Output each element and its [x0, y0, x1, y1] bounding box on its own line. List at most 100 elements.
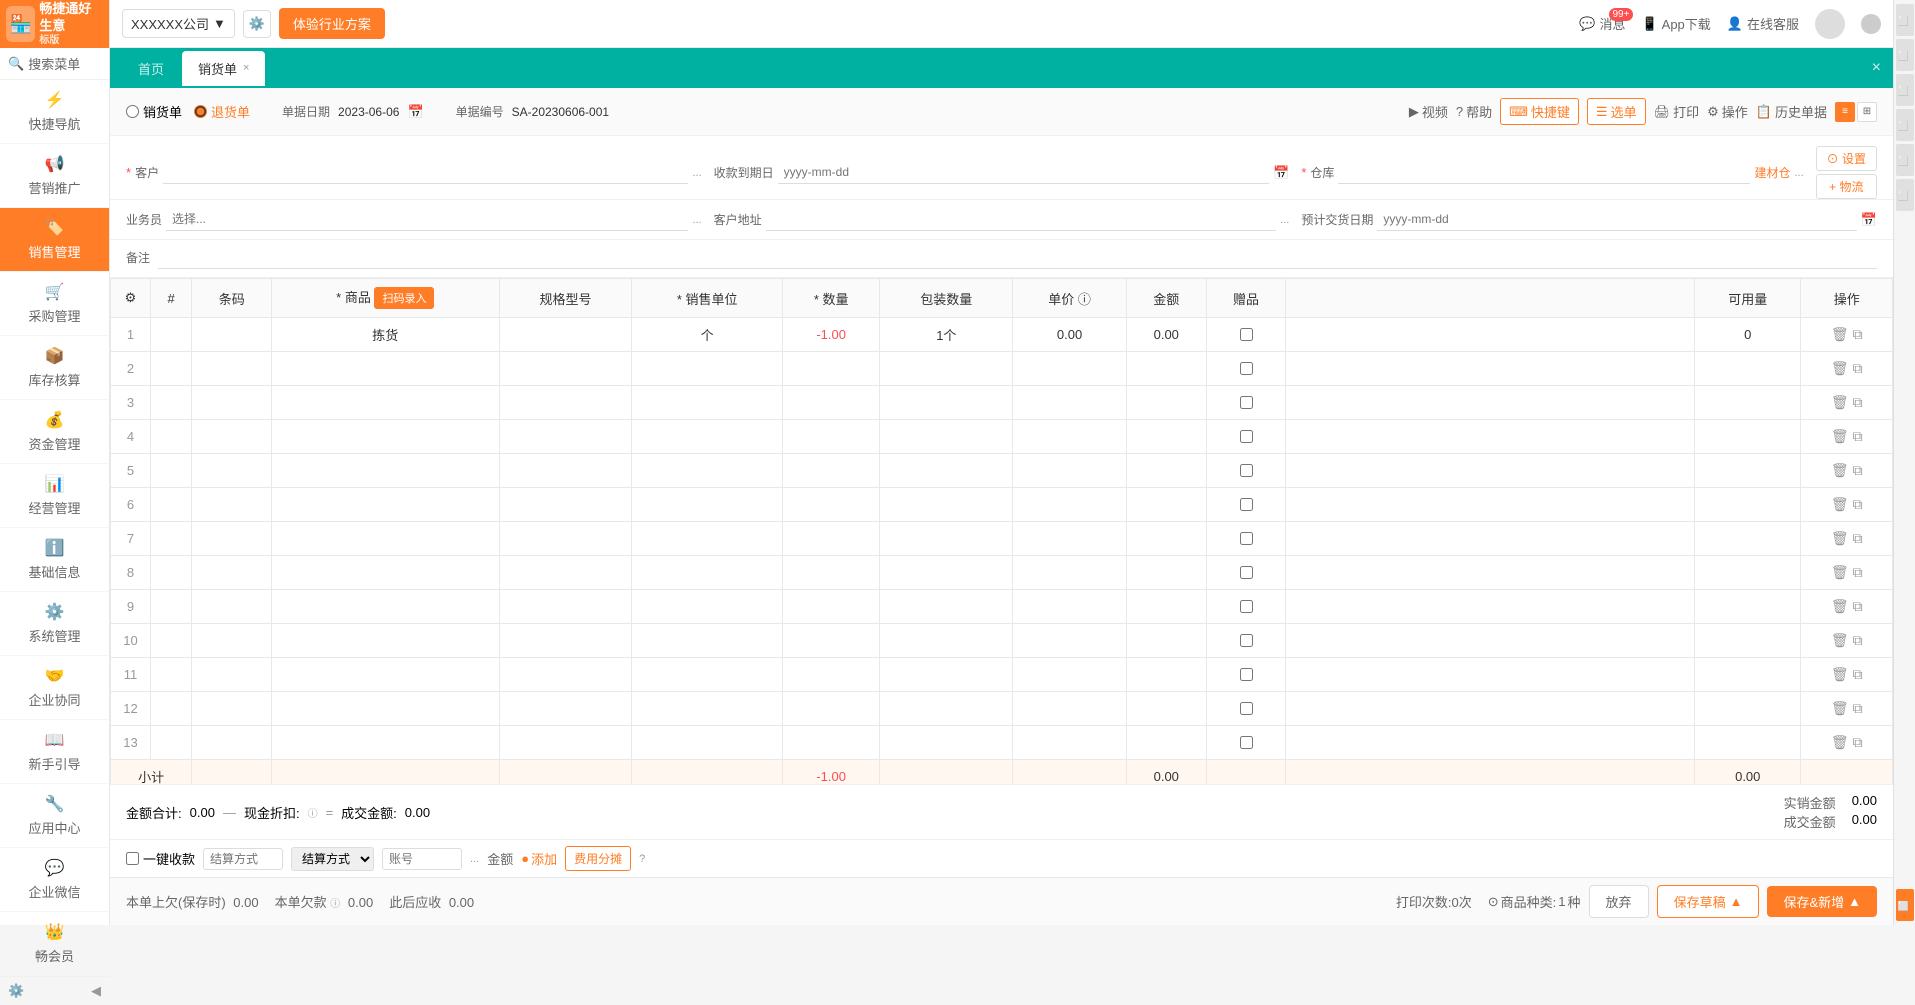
cost-split-button[interactable]: 费用分摊: [565, 846, 631, 871]
delete-row-6[interactable]: 🗑: [1831, 496, 1849, 513]
tab-sales-order[interactable]: 销货单 ×: [182, 51, 265, 86]
right-panel-btn-5[interactable]: ⬜: [1896, 144, 1914, 176]
app-download-button[interactable]: 📱 App下载: [1641, 14, 1710, 33]
help-button[interactable]: ? 帮助: [1456, 102, 1492, 121]
sidebar-item-collab[interactable]: 🤝 企业协同: [0, 656, 109, 720]
gift-checkbox-6[interactable]: [1240, 498, 1253, 511]
sidebar-item-finance[interactable]: 💰 资金管理: [0, 400, 109, 464]
scan-button[interactable]: 扫码录入: [374, 287, 434, 309]
settings-button[interactable]: ⚙️: [243, 10, 271, 38]
copy-row-13[interactable]: ⧉: [1853, 734, 1863, 751]
discard-button[interactable]: 放弃: [1589, 885, 1649, 918]
copy-row-4[interactable]: ⧉: [1853, 428, 1863, 445]
copy-row-7[interactable]: ⧉: [1853, 530, 1863, 547]
search-menu[interactable]: 🔍 搜索菜单: [0, 48, 109, 80]
date-calendar-icon[interactable]: 📅: [407, 104, 423, 120]
sidebar-item-inventory[interactable]: 📦 库存核算: [0, 336, 109, 400]
message-button[interactable]: 💬 消息 99+: [1579, 14, 1625, 33]
company-selector[interactable]: XXXXXX公司 ▼: [122, 9, 235, 38]
notes-input[interactable]: [158, 246, 1877, 269]
copy-row-8[interactable]: ⧉: [1853, 564, 1863, 581]
collapse-icon[interactable]: ◀: [91, 983, 101, 999]
right-panel-btn-4[interactable]: ⬜: [1896, 109, 1914, 141]
radio-sales-order[interactable]: 销货单: [126, 102, 182, 121]
delete-row-7[interactable]: 🗑: [1831, 530, 1849, 547]
delete-row-9[interactable]: 🗑: [1831, 598, 1849, 615]
close-all-tabs-button[interactable]: ×: [1872, 59, 1881, 77]
delivery-date-calendar-icon[interactable]: 📅: [1861, 212, 1877, 228]
copy-row-9[interactable]: ⧉: [1853, 598, 1863, 615]
delete-row-11[interactable]: 🗑: [1831, 666, 1849, 683]
copy-row-1[interactable]: ⧉: [1853, 326, 1863, 343]
delete-row-8[interactable]: 🗑: [1831, 564, 1849, 581]
warehouse-input[interactable]: [1338, 161, 1750, 184]
delete-row-5[interactable]: 🗑: [1831, 462, 1849, 479]
print-button[interactable]: 🖨 打印: [1654, 102, 1700, 121]
payment-method-input[interactable]: [203, 848, 283, 870]
save-new-button[interactable]: 保存&新增 ▲: [1767, 886, 1877, 917]
gift-checkbox-5[interactable]: [1240, 464, 1253, 477]
gift-checkbox-7[interactable]: [1240, 532, 1253, 545]
settings-gear-icon[interactable]: ⚙️: [8, 983, 24, 999]
sidebar-item-apps[interactable]: 🔧 应用中心: [0, 784, 109, 848]
delivery-date-input[interactable]: [1377, 208, 1856, 231]
gift-checkbox-10[interactable]: [1240, 634, 1253, 647]
col-settings[interactable]: ⚙: [111, 279, 151, 318]
tab-close-icon[interactable]: ×: [243, 62, 249, 74]
sidebar-item-basic[interactable]: ℹ️ 基础信息: [0, 528, 109, 592]
logistics-btn[interactable]: + 物流: [1816, 174, 1877, 199]
copy-row-12[interactable]: ⧉: [1853, 700, 1863, 717]
shortcut-button[interactable]: ⌨ 快捷键: [1500, 98, 1579, 125]
user-settings-avatar[interactable]: [1861, 14, 1881, 34]
payment-method-select[interactable]: 结算方式: [291, 847, 374, 871]
add-button[interactable]: ● 添加: [521, 849, 557, 868]
online-support-button[interactable]: 👤 在线客服: [1727, 14, 1799, 33]
save-draft-button[interactable]: 保存草稿 ▲: [1657, 885, 1760, 918]
gift-checkbox-13[interactable]: [1240, 736, 1253, 749]
copy-row-6[interactable]: ⧉: [1853, 496, 1863, 513]
copy-row-2[interactable]: ⧉: [1853, 360, 1863, 377]
setting-btn[interactable]: ⊙ 设置: [1816, 146, 1877, 171]
one-click-pay-label[interactable]: 一键收款: [126, 849, 195, 868]
gift-checkbox-9[interactable]: [1240, 600, 1253, 613]
gift-checkbox-11[interactable]: [1240, 668, 1253, 681]
account-more-icon[interactable]: ...: [470, 853, 479, 865]
sidebar-item-marketing[interactable]: 📢 营销推广: [0, 144, 109, 208]
right-panel-btn-orange[interactable]: ⬜: [1896, 889, 1914, 921]
sidebar-item-sales[interactable]: 🏷️ 销售管理: [0, 208, 109, 272]
sidebar-item-quick[interactable]: ⚡ 快捷导航: [0, 80, 109, 144]
due-date-input[interactable]: [778, 161, 1269, 184]
due-date-calendar-icon[interactable]: 📅: [1273, 165, 1289, 181]
sidebar-item-purchase[interactable]: 🛒 采购管理: [0, 272, 109, 336]
grid-view-button[interactable]: ⊞: [1857, 102, 1877, 122]
warehouse-more-icon[interactable]: ...: [1794, 167, 1803, 179]
right-panel-btn-2[interactable]: ⬜: [1896, 39, 1914, 71]
list-view-button[interactable]: ≡: [1835, 102, 1855, 122]
right-panel-btn-3[interactable]: ⬜: [1896, 74, 1914, 106]
delete-row-1[interactable]: 🗑: [1831, 326, 1849, 343]
delete-row-2[interactable]: 🗑: [1831, 360, 1849, 377]
history-button[interactable]: 📋 历史单据: [1756, 102, 1827, 121]
gift-checkbox-2[interactable]: [1240, 362, 1253, 375]
delete-row-12[interactable]: 🗑: [1831, 700, 1849, 717]
addr-more-icon[interactable]: ...: [1280, 214, 1289, 226]
gift-checkbox-12[interactable]: [1240, 702, 1253, 715]
customer-addr-input[interactable]: [766, 208, 1276, 231]
copy-row-5[interactable]: ⧉: [1853, 462, 1863, 479]
copy-row-11[interactable]: ⧉: [1853, 666, 1863, 683]
gift-checkbox-4[interactable]: [1240, 430, 1253, 443]
video-help-button[interactable]: ▶ 视频: [1409, 102, 1448, 121]
copy-row-10[interactable]: ⧉: [1853, 632, 1863, 649]
sidebar-item-guide[interactable]: 📖 新手引导: [0, 720, 109, 784]
salesperson-input[interactable]: [166, 208, 688, 231]
salesperson-more-icon[interactable]: ...: [692, 214, 701, 226]
gift-checkbox-1[interactable]: [1240, 328, 1253, 341]
sidebar-item-vip[interactable]: 👑 畅会员: [0, 912, 109, 976]
right-panel-btn-6[interactable]: ⬜: [1896, 179, 1914, 211]
copy-row-3[interactable]: ⧉: [1853, 394, 1863, 411]
customer-more-icon[interactable]: ...: [692, 167, 701, 179]
gift-checkbox-3[interactable]: [1240, 396, 1253, 409]
delete-row-10[interactable]: 🗑: [1831, 632, 1849, 649]
select-order-button[interactable]: ☰ 选单: [1587, 98, 1646, 125]
delete-row-3[interactable]: 🗑: [1831, 394, 1849, 411]
